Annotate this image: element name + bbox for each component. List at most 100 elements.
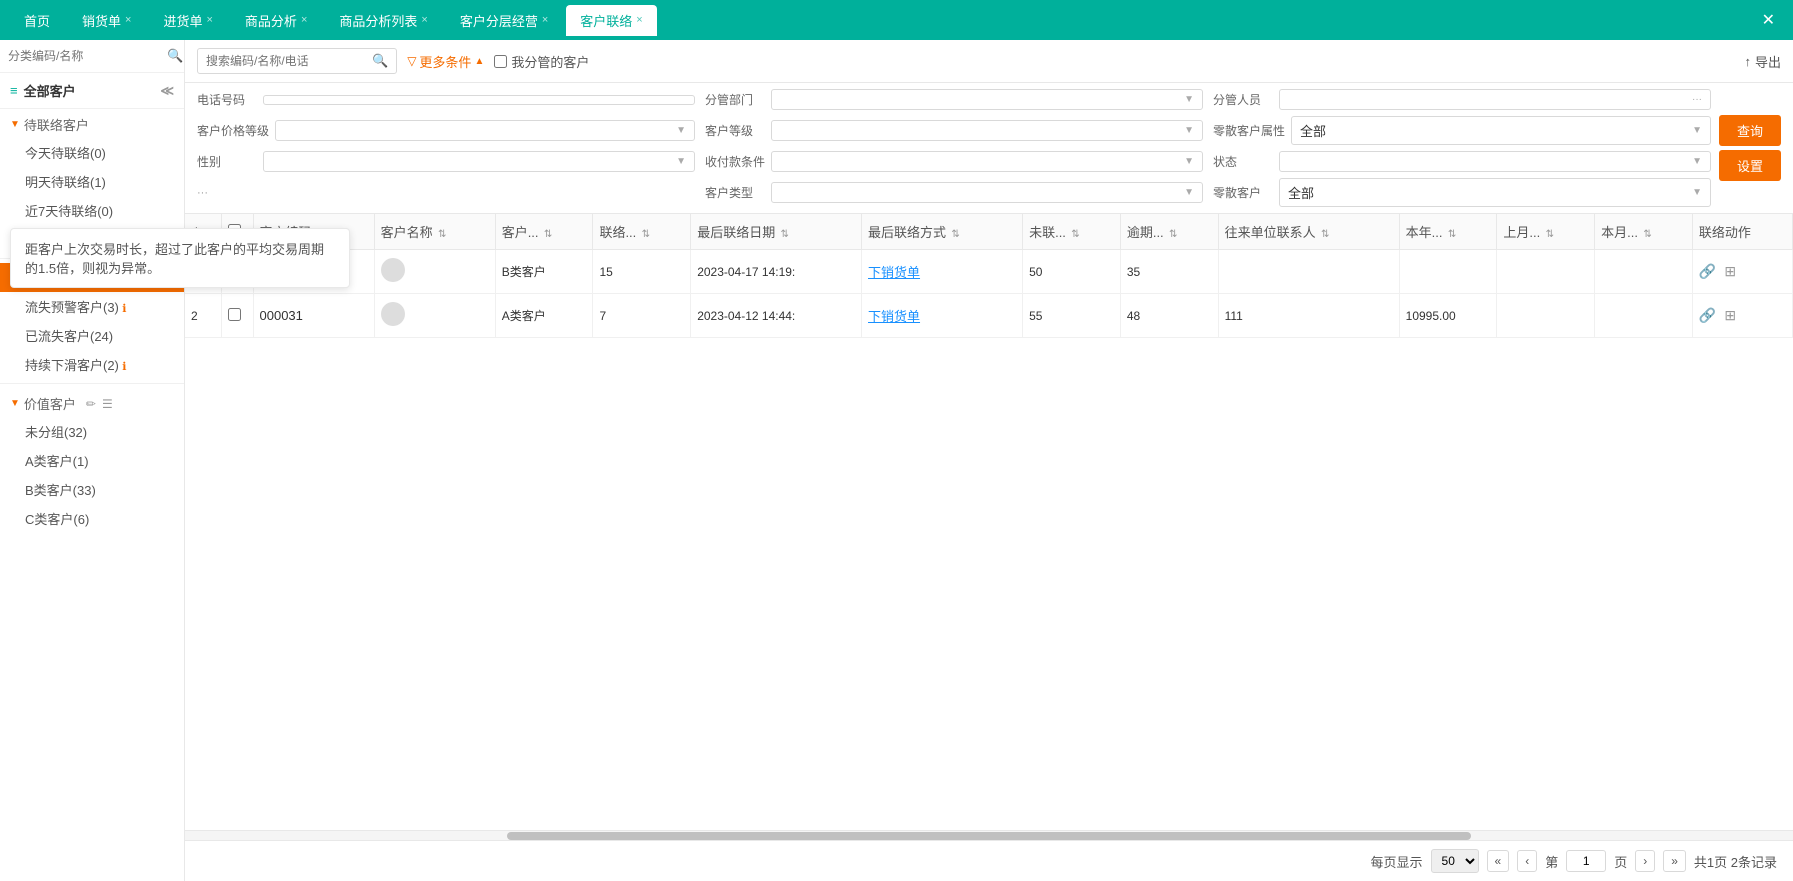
retail-property-select[interactable]: 全部 ▼: [1291, 116, 1711, 145]
continuous-drop-info-icon: ℹ: [122, 361, 126, 373]
row2-link-icon[interactable]: 🔗: [1699, 307, 1716, 324]
nav-tab-product-list[interactable]: 商品分析列表 ×: [325, 5, 441, 36]
sidebar-pending-group[interactable]: ▼ 待联络客户: [0, 109, 184, 138]
per-page-select[interactable]: 50: [1431, 849, 1479, 873]
value-group-settings-icon[interactable]: ☰: [102, 397, 113, 411]
row2-overdue: 48: [1120, 294, 1218, 338]
sidebar-search-area: 🔍: [0, 40, 184, 73]
branch-dept-select[interactable]: ▼: [771, 89, 1203, 110]
nav-tab-customer-segment[interactable]: 客户分层经营 ×: [446, 5, 562, 36]
row2-select-checkbox[interactable]: [228, 308, 241, 321]
nav-tab-purchase-close[interactable]: ×: [206, 14, 212, 26]
export-button[interactable]: ↑ 导出: [1744, 52, 1781, 71]
customer-level-select[interactable]: ▼: [771, 120, 1203, 141]
last-page-button[interactable]: »: [1663, 850, 1686, 872]
row1-grid-icon[interactable]: ⊞: [1724, 263, 1736, 280]
table-row: 1 000039 B类客户 15 2023-04-17 14:19: 下销货单: [185, 250, 1793, 294]
page-number-input[interactable]: [1566, 850, 1606, 872]
retail-customer-select[interactable]: 全部 ▼: [1279, 178, 1711, 207]
filter-row-3: 性别 ▼ 收付款条件 ▼: [197, 151, 1711, 172]
sidebar-collapse-btn[interactable]: ≪: [160, 83, 174, 99]
settings-button[interactable]: 设置: [1719, 150, 1781, 181]
phone-label: 电话号码: [197, 91, 257, 108]
row1-company-contact: [1218, 250, 1399, 294]
search-icon[interactable]: 🔍: [372, 53, 388, 69]
nav-tab-product-analysis-close[interactable]: ×: [301, 14, 307, 26]
value-group-edit-icon[interactable]: ✏: [86, 397, 96, 411]
last-method-sort-icon[interactable]: ⇅: [951, 229, 959, 240]
sidebar-item-class-b[interactable]: B类客户(33): [0, 475, 184, 504]
nav-tab-sales-close[interactable]: ×: [125, 14, 131, 26]
row2-grid-icon[interactable]: ⊞: [1724, 307, 1736, 324]
nav-tab-customer-segment-close[interactable]: ×: [542, 14, 548, 26]
price-level-select[interactable]: ▼: [275, 120, 695, 141]
row2-contact-count: 7: [593, 294, 691, 338]
export-icon: ↑: [1744, 54, 1751, 69]
horizontal-scrollbar[interactable]: [185, 830, 1793, 840]
status-select[interactable]: ▼: [1279, 151, 1711, 172]
nav-tab-product-list-close[interactable]: ×: [421, 14, 427, 26]
sidebar-search-icon[interactable]: 🔍: [167, 48, 183, 64]
nav-tab-home[interactable]: 首页: [10, 5, 64, 36]
sidebar-value-group[interactable]: ▼ 价值客户 ✏ ☰: [0, 388, 184, 417]
sidebar-search-input[interactable]: [8, 49, 163, 63]
th-overdue: 逾期... ⇅: [1120, 214, 1218, 250]
filter-row-1: 电话号码 分管部门 ▼: [197, 89, 1711, 110]
toolbar: 🔍 ▽ 更多条件 ▲ 我分管的客户 ↑ 导出: [185, 40, 1793, 83]
window-close-button[interactable]: ✕: [1754, 6, 1783, 34]
more-filter-btn[interactable]: ···: [197, 187, 208, 199]
search-box: 🔍: [197, 48, 397, 74]
phone-input[interactable]: [263, 95, 695, 105]
row1-method-link[interactable]: 下销货单: [868, 265, 920, 280]
scrollbar-thumb[interactable]: [507, 832, 1472, 840]
sidebar-item-class-a[interactable]: A类客户(1): [0, 446, 184, 475]
first-page-button[interactable]: «: [1487, 850, 1510, 872]
sidebar-item-ungroup[interactable]: 未分组(32): [0, 417, 184, 446]
my-customers-checkbox[interactable]: [494, 55, 507, 68]
branch-dept-label: 分管部门: [705, 91, 765, 108]
th-this-month: 本月... ⇅: [1595, 214, 1693, 250]
th-customer-type: 客户... ⇅: [495, 214, 593, 250]
type-sort-icon[interactable]: ⇅: [544, 229, 552, 240]
sidebar-item-continuous-drop[interactable]: 持续下滑客户(2) ℹ: [0, 350, 184, 379]
row1-link-icon[interactable]: 🔗: [1699, 263, 1716, 280]
last-month-sort-icon[interactable]: ⇅: [1546, 229, 1554, 240]
sidebar-item-class-c[interactable]: C类客户(6): [0, 504, 184, 533]
row1-avatar: [381, 258, 405, 282]
search-input[interactable]: [206, 54, 366, 68]
top-navigation: 首页 销货单 × 进货单 × 商品分析 × 商品分析列表 × 客户分层经营 × …: [0, 0, 1793, 40]
filter-branch-dept: 分管部门 ▼: [705, 89, 1203, 110]
customer-type-select[interactable]: ▼: [771, 182, 1203, 203]
last-date-sort-icon[interactable]: ⇅: [781, 229, 789, 240]
branch-person-select[interactable]: ···: [1279, 89, 1711, 110]
overdue-sort-icon[interactable]: ⇅: [1169, 229, 1177, 240]
sidebar-item-tomorrow[interactable]: 明天待联络(1): [0, 167, 184, 196]
sidebar-item-already-lost[interactable]: 已流失客户(24): [0, 321, 184, 350]
more-conditions-button[interactable]: ▽ 更多条件 ▲: [407, 52, 484, 71]
pagination-bar: 每页显示 50 « ‹ 第 页 › » 共1页 2条记录: [185, 840, 1793, 881]
this-year-sort-icon[interactable]: ⇅: [1448, 229, 1456, 240]
row2-method-link[interactable]: 下销货单: [868, 309, 920, 324]
sidebar-item-7days[interactable]: 近7天待联络(0): [0, 196, 184, 225]
nav-tab-purchase[interactable]: 进货单 ×: [149, 5, 226, 36]
next-page-button[interactable]: ›: [1635, 850, 1655, 872]
nav-tab-sales[interactable]: 销货单 ×: [68, 5, 145, 36]
gender-select[interactable]: ▼: [263, 151, 695, 172]
query-button[interactable]: 查询: [1719, 115, 1781, 146]
price-level-caret: ▼: [676, 125, 686, 136]
contact-sort-icon[interactable]: ⇅: [642, 229, 650, 240]
sidebar-item-lost-warning[interactable]: 流失预警客户(3) ℹ: [0, 292, 184, 321]
sidebar-item-today[interactable]: 今天待联络(0): [0, 138, 184, 167]
prev-page-button[interactable]: ‹: [1517, 850, 1537, 872]
nav-tab-product-analysis[interactable]: 商品分析 ×: [231, 5, 321, 36]
row2-avatar: [381, 302, 405, 326]
nav-tab-customer-contact[interactable]: 客户联络 ×: [566, 5, 656, 36]
not-contacted-sort-icon[interactable]: ⇅: [1071, 229, 1079, 240]
this-month-sort-icon[interactable]: ⇅: [1643, 229, 1651, 240]
payment-select[interactable]: ▼: [771, 151, 1203, 172]
nav-tab-customer-contact-close[interactable]: ×: [636, 14, 642, 26]
row1-last-method: 下销货单: [862, 250, 1023, 294]
company-sort-icon[interactable]: ⇅: [1321, 229, 1329, 240]
name-sort-icon[interactable]: ⇅: [438, 229, 446, 240]
customer-type-caret: ▼: [1184, 187, 1194, 198]
